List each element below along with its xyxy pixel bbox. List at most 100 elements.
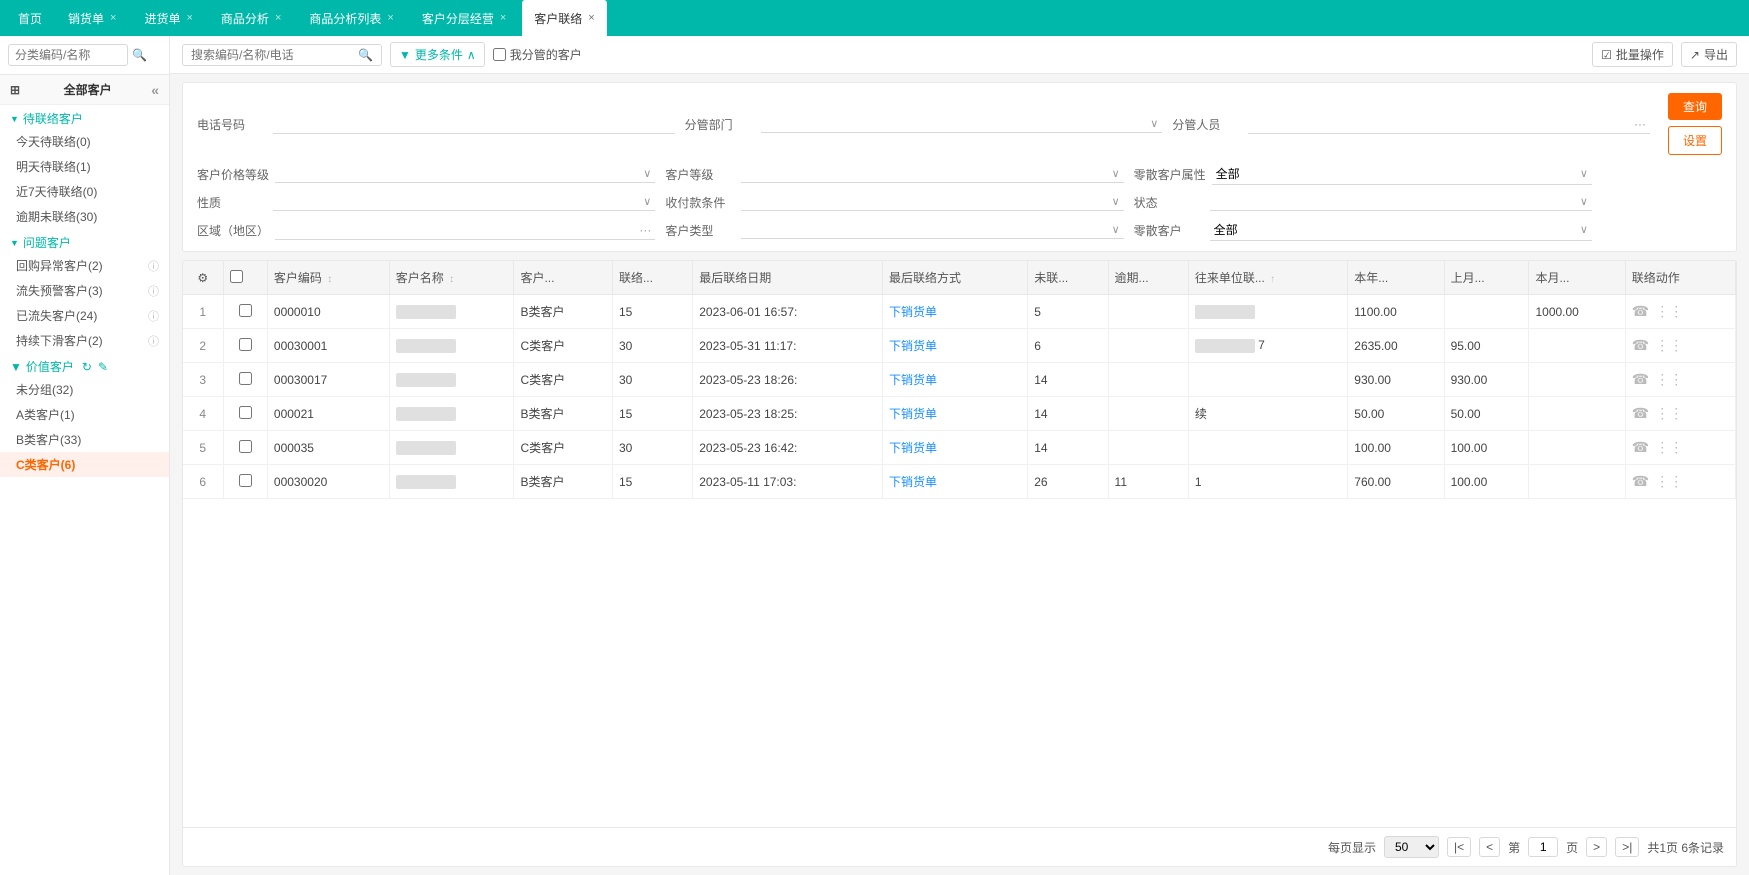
- cell-last-method-5[interactable]: 下销货单: [883, 465, 1028, 499]
- cell-last-method-2[interactable]: 下销货单: [883, 363, 1028, 397]
- all-customers-header[interactable]: ⊞ 全部客户 «: [0, 75, 169, 105]
- cell-checkbox-0[interactable]: [223, 295, 267, 329]
- nav-goods-analysis[interactable]: 商品分析 ×: [209, 0, 293, 36]
- contact-method-link-4[interactable]: 下销货单: [889, 441, 937, 455]
- th-type[interactable]: 客户...: [514, 261, 613, 295]
- cell-last-method-1[interactable]: 下销货单: [883, 329, 1028, 363]
- row-checkbox-5[interactable]: [239, 474, 252, 487]
- page-size-select[interactable]: 50 20 100: [1384, 836, 1439, 858]
- settings-icon[interactable]: ⚙: [197, 271, 208, 285]
- nav-purchase[interactable]: 进货单 ×: [132, 0, 204, 36]
- grade-select[interactable]: ∨: [741, 165, 1123, 183]
- row-checkbox-4[interactable]: [239, 440, 252, 453]
- price-grade-select[interactable]: ∨: [275, 165, 655, 183]
- th-name[interactable]: 客户名称 ↕: [389, 261, 514, 295]
- refresh-icon[interactable]: ↻: [82, 360, 92, 374]
- nav-purchase-close[interactable]: ×: [186, 12, 192, 24]
- nav-goods-list-close[interactable]: ×: [387, 12, 393, 24]
- sidebar-item-a-customer[interactable]: A类客户(1): [0, 402, 169, 427]
- sidebar-item-overdue[interactable]: 逾期未联络(30): [0, 204, 169, 229]
- th-this-month[interactable]: 本月...: [1529, 261, 1625, 295]
- collapse-icon[interactable]: «: [151, 82, 159, 98]
- setting-button[interactable]: 设置: [1668, 126, 1722, 155]
- phone-icon-0[interactable]: ☎: [1632, 303, 1649, 320]
- nav-customer-segment-close[interactable]: ×: [500, 12, 506, 24]
- more-icon-3[interactable]: ⋮⋮: [1655, 405, 1683, 422]
- row-checkbox-1[interactable]: [239, 338, 252, 351]
- next-page-btn[interactable]: >: [1586, 837, 1607, 857]
- sidebar-item-c-customer[interactable]: C类客户(6): [0, 452, 169, 477]
- phone-icon-1[interactable]: ☎: [1632, 337, 1649, 354]
- row-checkbox-0[interactable]: [239, 304, 252, 317]
- table-scroll-area[interactable]: ⚙ 客户编码 ↕ 客户名称 ↕ 客户... 联络... 最后联络日期 最后联络方…: [183, 261, 1736, 827]
- cell-checkbox-2[interactable]: [223, 363, 267, 397]
- contact-method-link-3[interactable]: 下销货单: [889, 407, 937, 421]
- sidebar-item-declining[interactable]: 持续下滑客户(2) ⓘ: [0, 328, 169, 353]
- th-trade-unit[interactable]: 往来单位联... ↑: [1188, 261, 1347, 295]
- th-last-date[interactable]: 最后联络日期: [693, 261, 883, 295]
- more-icon-2[interactable]: ⋮⋮: [1655, 371, 1683, 388]
- sidebar-search-input[interactable]: [8, 44, 128, 66]
- th-not-contact[interactable]: 未联...: [1028, 261, 1108, 295]
- nature-select[interactable]: ∨: [273, 193, 655, 211]
- phone-icon-3[interactable]: ☎: [1632, 405, 1649, 422]
- sidebar-item-b-customer[interactable]: B类客户(33): [0, 427, 169, 452]
- payment-select[interactable]: ∨: [741, 193, 1123, 211]
- status-select[interactable]: ∨: [1210, 193, 1592, 211]
- th-this-year[interactable]: 本年...: [1348, 261, 1444, 295]
- search-input[interactable]: [191, 48, 354, 62]
- sidebar-item-repurchase-abnormal[interactable]: 回购异常客户(2) ⓘ: [0, 253, 169, 278]
- th-last-method[interactable]: 最后联络方式: [883, 261, 1028, 295]
- more-icon-5[interactable]: ⋮⋮: [1655, 473, 1683, 490]
- search-icon[interactable]: 🔍: [358, 48, 373, 62]
- sidebar-item-tomorrow[interactable]: 明天待联络(1): [0, 154, 169, 179]
- manager-select[interactable]: ···: [1248, 115, 1650, 134]
- page-number-input[interactable]: [1528, 837, 1558, 857]
- last-page-btn[interactable]: >|: [1615, 837, 1639, 857]
- customer-type-select[interactable]: ∨: [741, 221, 1123, 239]
- more-icon-4[interactable]: ⋮⋮: [1655, 439, 1683, 456]
- cell-last-method-0[interactable]: 下销货单: [883, 295, 1028, 329]
- th-settings[interactable]: ⚙: [183, 261, 223, 295]
- more-conditions-btn[interactable]: ▼ 更多条件 ∧: [390, 42, 485, 67]
- more-icon-0[interactable]: ⋮⋮: [1655, 303, 1683, 320]
- dept-select[interactable]: ∨: [761, 115, 1163, 133]
- batch-btn[interactable]: ☑ 批量操作: [1592, 42, 1673, 67]
- cell-last-method-4[interactable]: 下销货单: [883, 431, 1028, 465]
- phone-icon-4[interactable]: ☎: [1632, 439, 1649, 456]
- row-checkbox-3[interactable]: [239, 406, 252, 419]
- sidebar-item-unclassified[interactable]: 未分组(32): [0, 377, 169, 402]
- export-btn[interactable]: ↗ 导出: [1681, 42, 1737, 67]
- sidebar-item-7days[interactable]: 近7天待联络(0): [0, 179, 169, 204]
- phone-input[interactable]: [273, 115, 675, 134]
- cell-checkbox-3[interactable]: [223, 397, 267, 431]
- contact-method-link-0[interactable]: 下销货单: [889, 305, 937, 319]
- sidebar-item-today[interactable]: 今天待联络(0): [0, 129, 169, 154]
- th-contact[interactable]: 联络...: [612, 261, 692, 295]
- th-overdue[interactable]: 逾期...: [1108, 261, 1188, 295]
- th-last-month[interactable]: 上月...: [1444, 261, 1529, 295]
- contact-method-link-1[interactable]: 下销货单: [889, 339, 937, 353]
- phone-icon-5[interactable]: ☎: [1632, 473, 1649, 490]
- contact-method-link-5[interactable]: 下销货单: [889, 475, 937, 489]
- cell-checkbox-1[interactable]: [223, 329, 267, 363]
- cell-checkbox-4[interactable]: [223, 431, 267, 465]
- nav-customer-segment[interactable]: 客户分层经营 ×: [410, 0, 518, 36]
- region-select[interactable]: ···: [275, 221, 655, 240]
- my-customers-checkbox[interactable]: [493, 48, 506, 61]
- select-all-checkbox[interactable]: [230, 270, 243, 283]
- th-code[interactable]: 客户编码 ↕: [267, 261, 389, 295]
- nav-goods-analysis-close[interactable]: ×: [275, 12, 281, 24]
- query-button[interactable]: 查询: [1668, 93, 1722, 120]
- more-icon-1[interactable]: ⋮⋮: [1655, 337, 1683, 354]
- retail-customer-select[interactable]: 全部 ∨: [1210, 219, 1592, 241]
- prev-page-btn[interactable]: <: [1479, 837, 1500, 857]
- nav-customer-contact[interactable]: 客户联络 ×: [522, 0, 606, 36]
- sidebar-item-churn-warning[interactable]: 流失预警客户(3) ⓘ: [0, 278, 169, 303]
- nav-home[interactable]: 首页: [8, 0, 52, 36]
- sidebar-item-churned[interactable]: 已流失客户(24) ⓘ: [0, 303, 169, 328]
- nav-goods-list[interactable]: 商品分析列表 ×: [297, 0, 405, 36]
- nav-customer-contact-close[interactable]: ×: [588, 12, 594, 24]
- sidebar-search-icon[interactable]: 🔍: [132, 48, 147, 62]
- cell-last-method-3[interactable]: 下销货单: [883, 397, 1028, 431]
